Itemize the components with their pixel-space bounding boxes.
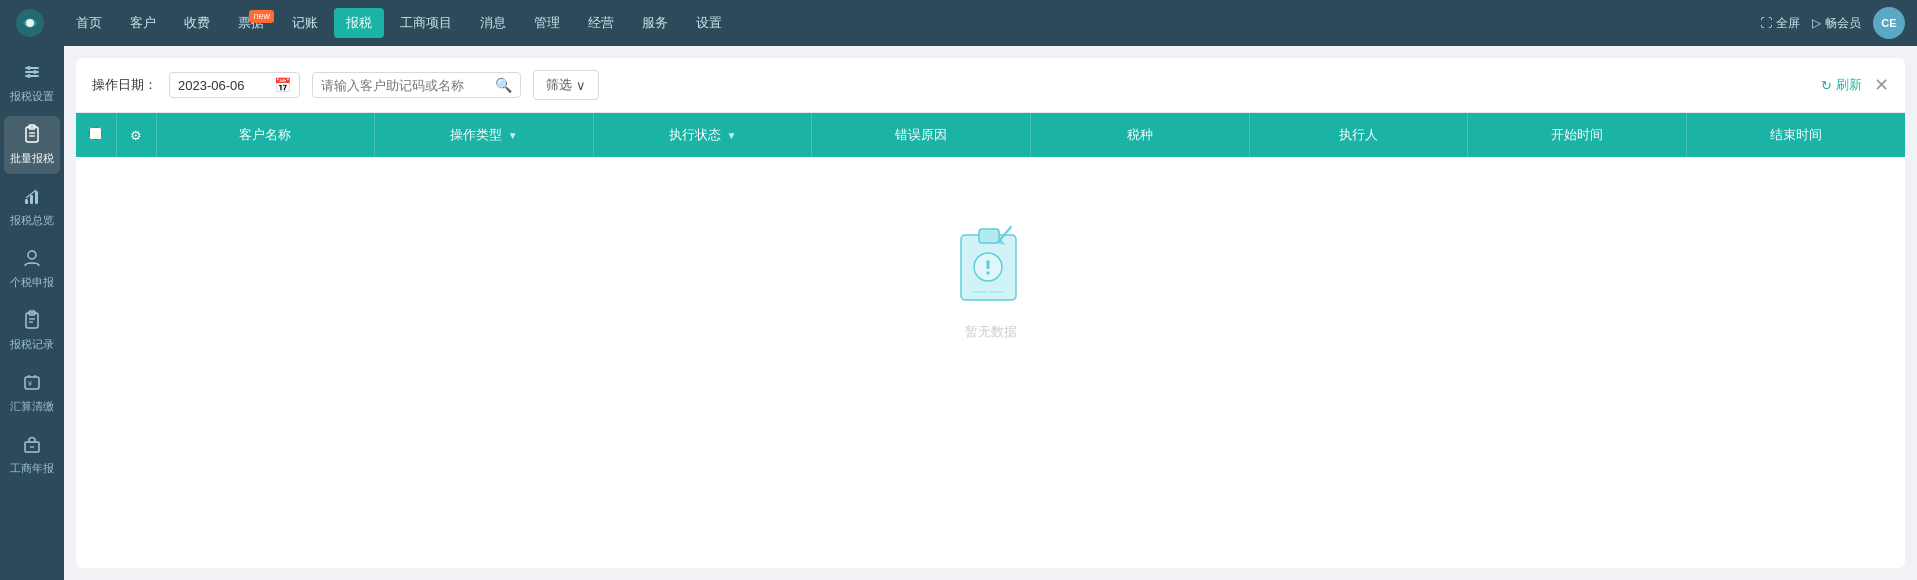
nav-item-客户[interactable]: 客户 xyxy=(118,8,168,38)
member-button[interactable]: ▷ 畅会员 xyxy=(1812,15,1861,32)
exec-status-column-header: 执行状态 ▼ xyxy=(593,113,812,157)
nav-item-设置[interactable]: 设置 xyxy=(684,8,734,38)
sidebar-item-settlement[interactable]: ¥ 汇算清缴 xyxy=(4,364,60,422)
nav-item-收费[interactable]: 收费 xyxy=(172,8,222,38)
table-header: ⚙ 客户名称 操作类型 ▼ 执行状态 ▼ 错误原因 税种 执行人 开始时间 结束… xyxy=(76,113,1905,157)
checkbox-column-header xyxy=(76,113,116,157)
svg-point-29 xyxy=(986,271,990,275)
toolbar-right: ↻ 刷新 ✕ xyxy=(1821,76,1889,94)
date-input[interactable] xyxy=(178,78,268,93)
nav-item-工商项目[interactable]: 工商项目 xyxy=(388,8,464,38)
settings-icon[interactable]: ⚙ xyxy=(130,128,142,143)
error-reason-column-header: 错误原因 xyxy=(812,113,1031,157)
op-type-filter-icon[interactable]: ▼ xyxy=(508,130,518,141)
nav-item-票据[interactable]: 票据new xyxy=(226,8,276,38)
end-time-column-header: 结束时间 xyxy=(1686,113,1905,157)
sidebar-item-tax-summary[interactable]: 报税总览 xyxy=(4,178,60,236)
search-box[interactable]: 🔍 xyxy=(312,72,521,98)
nav-item-报税[interactable]: 报税 xyxy=(334,8,384,38)
svg-rect-14 xyxy=(35,191,38,204)
svg-point-6 xyxy=(33,70,37,74)
avatar[interactable]: CE xyxy=(1873,7,1905,39)
sidebar-item-personal-tax[interactable]: 个税申报 xyxy=(4,240,60,298)
member-icon: ▷ xyxy=(1812,16,1821,30)
fullscreen-icon: ⛶ xyxy=(1760,16,1772,30)
refresh-icon: ↻ xyxy=(1821,78,1832,93)
tax-type-column-header: 税种 xyxy=(1031,113,1250,157)
filter-button[interactable]: 筛选 ∨ xyxy=(533,70,599,100)
nav-item-服务[interactable]: 服务 xyxy=(630,8,680,38)
nav-right: ⛶ 全屏 ▷ 畅会员 CE xyxy=(1760,7,1905,39)
sidebar-item-label: 工商年报 xyxy=(10,461,54,476)
search-icon: 🔍 xyxy=(495,77,512,93)
svg-rect-12 xyxy=(25,199,28,204)
content-panel: 操作日期： 📅 🔍 筛选 ∨ ↻ 刷新 xyxy=(76,58,1905,568)
fullscreen-button[interactable]: ⛶ 全屏 xyxy=(1760,15,1800,32)
settings-column-header: ⚙ xyxy=(116,113,156,157)
empty-text: 暂无数据 xyxy=(965,323,1017,341)
table-body: 暂无数据 xyxy=(76,157,1905,401)
select-all-checkbox[interactable] xyxy=(89,127,102,140)
sidebar-item-batch-tax[interactable]: 批量报税 xyxy=(4,116,60,174)
tax-record-icon xyxy=(22,310,42,333)
sidebar-item-annual-report[interactable]: 工商年报 xyxy=(4,426,60,484)
chevron-down-icon: ∨ xyxy=(576,78,586,93)
svg-rect-28 xyxy=(986,260,989,269)
tax-settings-icon xyxy=(22,62,42,85)
svg-rect-26 xyxy=(979,229,999,243)
data-table: ⚙ 客户名称 操作类型 ▼ 执行状态 ▼ 错误原因 税种 执行人 开始时间 结束… xyxy=(76,113,1905,401)
nav-item-首页[interactable]: 首页 xyxy=(64,8,114,38)
svg-rect-13 xyxy=(30,195,33,204)
app-logo[interactable] xyxy=(12,5,48,41)
nav-item-记账[interactable]: 记账 xyxy=(280,8,330,38)
filter-label: 筛选 xyxy=(546,76,572,94)
personal-tax-icon xyxy=(22,248,42,271)
svg-point-7 xyxy=(27,74,31,78)
close-button[interactable]: ✕ xyxy=(1874,76,1889,94)
table-wrapper: ⚙ 客户名称 操作类型 ▼ 执行状态 ▼ 错误原因 税种 执行人 开始时间 结束… xyxy=(76,113,1905,568)
main-content: 操作日期： 📅 🔍 筛选 ∨ ↻ 刷新 xyxy=(64,46,1917,580)
svg-text:¥: ¥ xyxy=(28,380,32,387)
empty-icon xyxy=(951,217,1031,307)
customer-column-header: 客户名称 xyxy=(156,113,375,157)
search-input[interactable] xyxy=(321,78,489,93)
tax-summary-icon xyxy=(22,186,42,209)
batch-tax-icon xyxy=(22,124,42,147)
sidebar-item-label: 报税记录 xyxy=(10,337,54,352)
sidebar-item-tax-settings[interactable]: 报税设置 xyxy=(4,54,60,112)
sidebar-item-label: 报税总览 xyxy=(10,213,54,228)
date-label: 操作日期： xyxy=(92,76,157,94)
svg-point-1 xyxy=(26,19,34,27)
date-picker[interactable]: 📅 xyxy=(169,72,300,98)
nav-item-管理[interactable]: 管理 xyxy=(522,8,572,38)
empty-state: 暂无数据 xyxy=(76,157,1905,401)
sidebar-item-label: 个税申报 xyxy=(10,275,54,290)
sidebar-item-label: 汇算清缴 xyxy=(10,399,54,414)
toolbar: 操作日期： 📅 🔍 筛选 ∨ ↻ 刷新 xyxy=(76,58,1905,113)
main-layout: 报税设置批量报税报税总览个税申报报税记录 ¥ 汇算清缴工商年报 操作日期： 📅 🔍 … xyxy=(0,46,1917,580)
op-type-column-header: 操作类型 ▼ xyxy=(375,113,594,157)
executor-column-header: 执行人 xyxy=(1249,113,1468,157)
nav-badge: new xyxy=(249,10,274,23)
svg-point-5 xyxy=(27,66,31,70)
refresh-button[interactable]: ↻ 刷新 xyxy=(1821,76,1862,94)
svg-point-15 xyxy=(28,251,36,259)
settlement-icon: ¥ xyxy=(22,372,42,395)
nav-item-经营[interactable]: 经营 xyxy=(576,8,626,38)
sidebar-item-tax-record[interactable]: 报税记录 xyxy=(4,302,60,360)
sidebar: 报税设置批量报税报税总览个税申报报税记录 ¥ 汇算清缴工商年报 xyxy=(0,46,64,580)
exec-status-filter-icon[interactable]: ▼ xyxy=(726,130,736,141)
start-time-column-header: 开始时间 xyxy=(1468,113,1687,157)
top-navigation: 首页客户收费票据new记账报税工商项目消息管理经营服务设置 ⛶ 全屏 ▷ 畅会员… xyxy=(0,0,1917,46)
annual-report-icon xyxy=(22,434,42,457)
nav-item-消息[interactable]: 消息 xyxy=(468,8,518,38)
sidebar-item-label: 批量报税 xyxy=(10,151,54,166)
nav-items: 首页客户收费票据new记账报税工商项目消息管理经营服务设置 xyxy=(64,8,1760,38)
calendar-icon: 📅 xyxy=(274,77,291,93)
sidebar-item-label: 报税设置 xyxy=(10,89,54,104)
